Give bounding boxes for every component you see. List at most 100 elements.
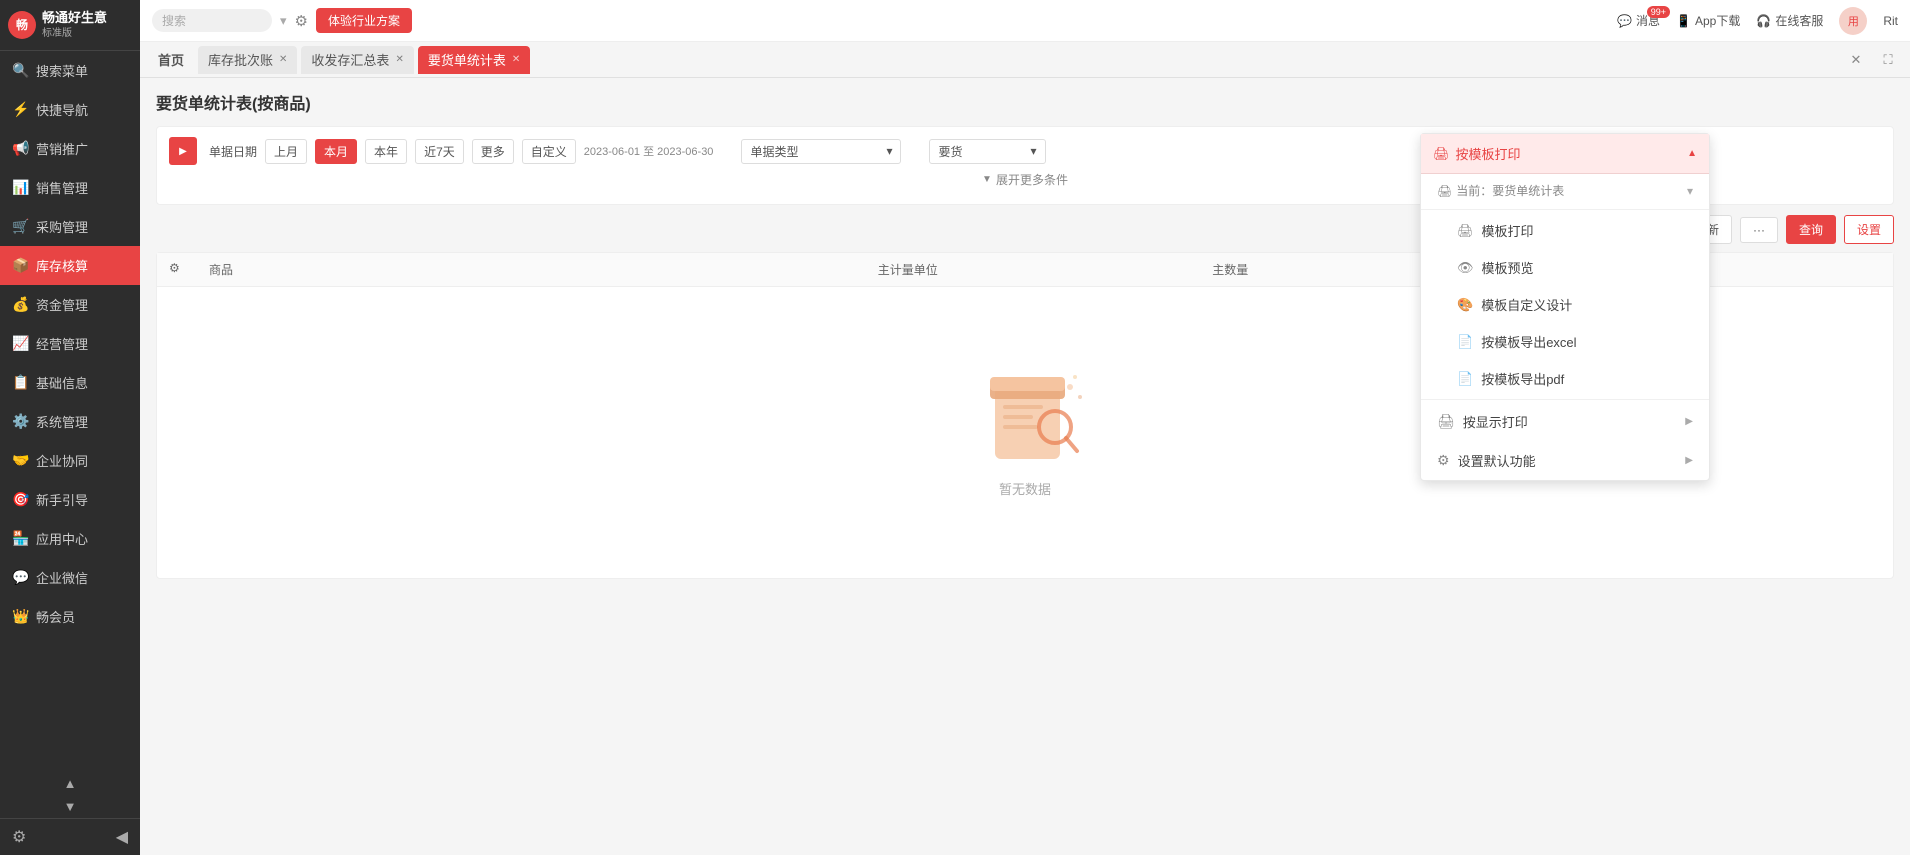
collab-icon: 🤝 bbox=[12, 452, 30, 469]
sidebar-search[interactable]: 🔍 搜索菜单 bbox=[0, 51, 140, 90]
template-print-icon: 🖨 bbox=[1457, 223, 1474, 239]
query-btn[interactable]: 查询 bbox=[1786, 215, 1836, 244]
divider-2 bbox=[1421, 399, 1709, 400]
template-preview-icon: 👁 bbox=[1457, 260, 1474, 276]
template-export-pdf-item[interactable]: 📄 按模板导出pdf bbox=[1421, 360, 1709, 397]
date-7days[interactable]: 近7天 bbox=[415, 139, 464, 164]
template-preview-label: 模板预览 bbox=[1482, 258, 1534, 277]
more-btn[interactable]: ··· bbox=[1740, 217, 1778, 243]
template-print-item[interactable]: 🖨 模板打印 bbox=[1421, 212, 1709, 249]
sidebar-item-member[interactable]: 👑 畅会员 bbox=[0, 597, 140, 636]
sidebar-item-operation[interactable]: 📈 经营管理 bbox=[0, 324, 140, 363]
divider-1 bbox=[1421, 209, 1709, 210]
type-select[interactable]: 单据类型 ▾ bbox=[741, 139, 901, 164]
phone-icon: 📱 bbox=[1676, 14, 1691, 28]
topbar: 搜索 ▾ ⚙ 体验行业方案 💬 消息 99+ 📱 App下载 🎧 在线客服 用 … bbox=[140, 0, 1910, 42]
set-default-item[interactable]: ⚙ 设置默认功能 ▶ bbox=[1421, 441, 1709, 480]
export-pdf-icon: 📄 bbox=[1457, 371, 1473, 387]
purchase-icon: 🛒 bbox=[12, 218, 30, 235]
template-custom-item[interactable]: 🎨 模板自定义设计 bbox=[1421, 286, 1709, 323]
topbar-chevron-icon[interactable]: ▾ bbox=[280, 13, 287, 29]
sidebar-item-sales[interactable]: 📊 销售管理 bbox=[0, 168, 140, 207]
date-this-year[interactable]: 本年 bbox=[365, 139, 407, 164]
tab-close-all[interactable]: ✕ bbox=[1842, 46, 1870, 74]
set-default-left: ⚙ 设置默认功能 bbox=[1437, 451, 1536, 470]
sidebar-item-appstore[interactable]: 🏪 应用中心 bbox=[0, 519, 140, 558]
system-icon: ⚙️ bbox=[12, 413, 30, 430]
tab-collection-close[interactable]: ✕ bbox=[395, 54, 403, 65]
date-more[interactable]: 更多 bbox=[472, 139, 514, 164]
tab-batch[interactable]: 库存批次账 ✕ bbox=[198, 46, 297, 74]
current-icon: 🖨 bbox=[1437, 184, 1452, 198]
collapse-icon[interactable]: ◀ bbox=[116, 827, 128, 847]
col-product: 商品 bbox=[209, 261, 878, 278]
tab-collection[interactable]: 收发存汇总表 ✕ bbox=[301, 46, 413, 74]
col-unit: 主计量单位 bbox=[878, 261, 1212, 278]
quick-icon: ⚡ bbox=[12, 101, 30, 118]
user-name[interactable]: Rit bbox=[1883, 14, 1898, 28]
filter-expand-arrow[interactable]: ▶ bbox=[169, 137, 197, 165]
type-chevron: ▾ bbox=[886, 144, 892, 158]
messages-wrap[interactable]: 💬 消息 99+ bbox=[1617, 12, 1660, 29]
date-range: 2023-06-01 至 2023-06-30 bbox=[584, 143, 714, 159]
topbar-search-box: 搜索 bbox=[152, 9, 272, 32]
template-preview-item[interactable]: 👁 模板预览 bbox=[1421, 249, 1709, 286]
empty-illustration bbox=[975, 367, 1075, 467]
industry-btn[interactable]: 体验行业方案 bbox=[316, 8, 412, 33]
dropdown-collapse-icon[interactable]: ▲ bbox=[1687, 148, 1697, 159]
sidebar-item-finance[interactable]: 💰 资金管理 bbox=[0, 285, 140, 324]
online-service[interactable]: 🎧 在线客服 bbox=[1756, 12, 1823, 29]
current-chevron[interactable]: ▾ bbox=[1687, 184, 1693, 198]
tab-order-stat-close[interactable]: ✕ bbox=[512, 54, 520, 65]
sidebar-item-inventory[interactable]: 📦 库存核算 bbox=[0, 246, 140, 285]
display-print-item[interactable]: 🖨 按显示打印 ▶ bbox=[1421, 402, 1709, 441]
dropdown-title: 按模板打印 bbox=[1456, 144, 1521, 163]
date-label: 单据日期 bbox=[209, 143, 257, 160]
export-pdf-label: 按模板导出pdf bbox=[1481, 369, 1564, 388]
dropdown-header-controls: ▲ bbox=[1687, 148, 1697, 159]
tab-home[interactable]: 首页 bbox=[148, 46, 194, 74]
sidebar-scroll-down[interactable]: ▼ bbox=[0, 795, 140, 818]
tab-maximize[interactable]: ⛶ bbox=[1874, 46, 1902, 74]
marketing-icon: 📢 bbox=[12, 140, 30, 157]
date-custom[interactable]: 自定义 bbox=[522, 139, 576, 164]
settings-btn[interactable]: 设置 bbox=[1844, 215, 1894, 244]
topbar-right: 💬 消息 99+ 📱 App下载 🎧 在线客服 用 Rit bbox=[1617, 7, 1898, 35]
date-this-month[interactable]: 本月 bbox=[315, 139, 357, 164]
yaohuo-chevron: ▾ bbox=[1031, 144, 1037, 158]
content-area: 要货单统计表(按商品) ▶ 单据日期 上月 本月 本年 近7天 更多 自定义 2… bbox=[140, 78, 1910, 855]
sidebar-item-system[interactable]: ⚙️ 系统管理 bbox=[0, 402, 140, 441]
template-custom-label: 模板自定义设计 bbox=[1481, 295, 1572, 314]
sidebar-item-purchase[interactable]: 🛒 采购管理 bbox=[0, 207, 140, 246]
sidebar-item-basic[interactable]: 📋 基础信息 bbox=[0, 363, 140, 402]
app-download[interactable]: 📱 App下载 bbox=[1676, 12, 1740, 29]
sidebar: 畅 畅通好生意 标准版 🔍 搜索菜单 ⚡ 快捷导航 📢 营销推广 📊 销售管理 … bbox=[0, 0, 140, 855]
sidebar-scroll-up[interactable]: ▲ bbox=[0, 772, 140, 795]
print-dropdown: 🖨 按模板打印 ▲ 🖨 模板打印 当前：要货单统计表 ▾ 🖨 模板打印 bbox=[1420, 133, 1710, 481]
sidebar-item-guide[interactable]: 🎯 新手引导 bbox=[0, 480, 140, 519]
sidebar-item-marketing[interactable]: 📢 营销推广 bbox=[0, 129, 140, 168]
expand-down-icon: ▼ bbox=[982, 174, 992, 185]
dropdown-header: 🖨 按模板打印 ▲ bbox=[1421, 134, 1709, 174]
yaohuo-filter[interactable]: 要货 ▾ bbox=[929, 139, 1045, 164]
sidebar-item-collab[interactable]: 🤝 企业协同 bbox=[0, 441, 140, 480]
logo-text: 畅通好生意 标准版 bbox=[42, 10, 107, 40]
sidebar-item-weixin[interactable]: 💬 企业微信 bbox=[0, 558, 140, 597]
user-avatar[interactable]: 用 bbox=[1839, 7, 1867, 35]
current-template-label: 🖨 模板打印 当前：要货单统计表 ▾ bbox=[1421, 174, 1709, 207]
tab-batch-close[interactable]: ✕ bbox=[279, 54, 287, 65]
settings-icon[interactable]: ⚙ bbox=[12, 827, 26, 847]
current-icon-wrap: 🖨 模板打印 当前：要货单统计表 bbox=[1437, 182, 1564, 199]
type-label: 单据类型 bbox=[750, 143, 798, 160]
col-settings[interactable]: ⚙ bbox=[169, 261, 209, 278]
template-export-excel-item[interactable]: 📄 按模板导出excel bbox=[1421, 323, 1709, 360]
date-prev-month[interactable]: 上月 bbox=[265, 139, 307, 164]
topbar-gear-icon[interactable]: ⚙ bbox=[295, 12, 308, 30]
tab-order-stat[interactable]: 要货单统计表 ✕ bbox=[418, 46, 530, 74]
set-default-icon: ⚙ bbox=[1437, 452, 1450, 469]
display-print-icon: 🖨 bbox=[1437, 413, 1455, 430]
display-print-chevron: ▶ bbox=[1685, 416, 1693, 427]
dropdown-title-wrap: 🖨 按模板打印 bbox=[1433, 144, 1521, 163]
appstore-icon: 🏪 bbox=[12, 530, 30, 547]
sidebar-item-quick[interactable]: ⚡ 快捷导航 bbox=[0, 90, 140, 129]
